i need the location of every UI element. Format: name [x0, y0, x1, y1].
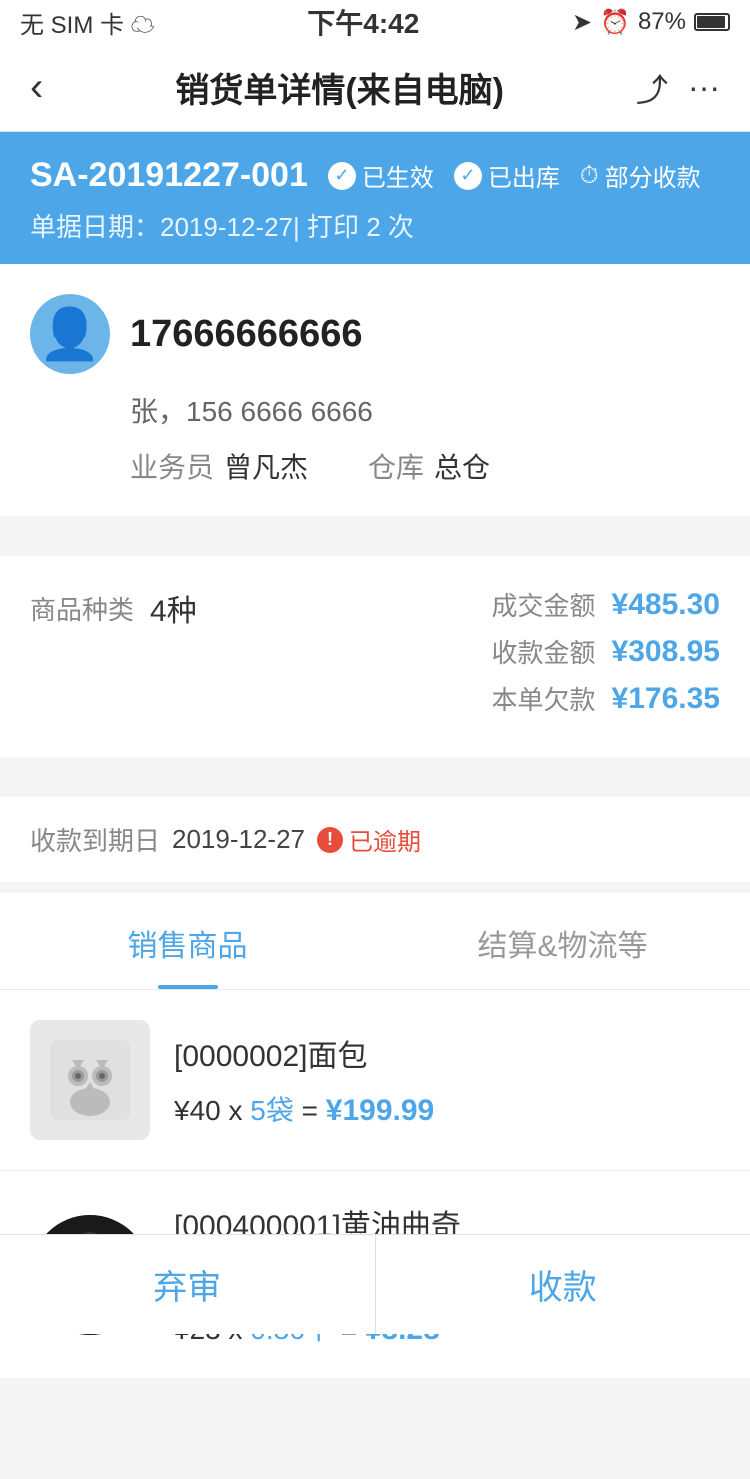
collected-value: ¥308.95: [612, 635, 720, 669]
summary-right: 成交金额 ¥485.30 收款金额 ¥308.95 本单欠款 ¥176.35: [492, 586, 720, 727]
more-icon[interactable]: ···: [688, 69, 720, 106]
tab-bar: 销售商品 结算&物流等: [0, 893, 750, 990]
product-thumb-1: [30, 1020, 150, 1140]
separator-3: [0, 883, 750, 893]
overdue-exclamation-icon: !: [317, 827, 343, 853]
nav-bar: ‹ 销货单详情(来自电脑) ⤴ ···: [0, 44, 750, 132]
warehouse-value: 总仓: [434, 446, 490, 486]
warehouse-label: 仓库: [368, 446, 424, 486]
debt-amount-row: 本单欠款 ¥176.35: [492, 680, 720, 717]
deal-label: 成交金额: [492, 586, 596, 623]
order-header: SA-20191227-001 ✓ 已生效 ✓ 已出库 ⏱ 部分收款 单据日期：…: [0, 132, 750, 264]
product-item-1: [0000002]面包 ¥40 x 5袋 = ¥199.99: [0, 990, 750, 1171]
deal-amount-row: 成交金额 ¥485.30: [492, 586, 720, 623]
share-icon[interactable]: ⤴: [636, 65, 668, 111]
product-price-1: ¥40 x 5袋 = ¥199.99: [174, 1089, 720, 1129]
status-time: 下午4:42: [307, 2, 419, 42]
tab-products[interactable]: 销售商品: [0, 893, 375, 989]
order-id: SA-20191227-001: [30, 156, 308, 195]
overdue-date: 2019-12-27: [172, 824, 305, 855]
collected-amount-row: 收款金额 ¥308.95: [492, 633, 720, 670]
battery-icon: ➤: [572, 8, 592, 37]
summary-left: 商品种类 4种: [30, 586, 197, 638]
nav-left: ‹: [30, 65, 43, 110]
status-right: ➤ ⏰ 87%: [572, 8, 730, 37]
overdue-label: 收款到期日: [30, 821, 160, 858]
product-name-1: [0000002]面包: [174, 1031, 720, 1075]
overdue-section: 收款到期日 2019-12-27 ! 已逾期: [0, 797, 750, 883]
check-icon-2: ✓: [454, 162, 482, 190]
sales-label: 业务员: [130, 446, 214, 486]
alarm-icon: ⏰: [600, 8, 630, 37]
battery-bar: [694, 13, 730, 31]
nav-right: ⤴ ···: [636, 65, 720, 111]
customer-meta: 业务员 曾凡杰 仓库 总仓: [30, 446, 720, 486]
collected-label: 收款金额: [492, 633, 596, 670]
back-button[interactable]: ‹: [30, 65, 43, 110]
action-bar: 弃审 收款: [0, 1234, 750, 1334]
product-quantity-1: 5袋: [250, 1095, 294, 1126]
category-value: 4种: [150, 586, 197, 630]
badge-shipped: ✓ 已出库: [454, 158, 560, 193]
bottom-space: [0, 1379, 750, 1479]
overdue-text: 已逾期: [349, 822, 421, 857]
battery-percent: 87%: [638, 8, 686, 36]
separator-2: [0, 777, 750, 797]
status-left: 无 SIM 卡 ☁: [20, 5, 155, 40]
badge-active: ✓ 已生效: [328, 158, 434, 193]
page-title: 销货单详情(来自电脑): [175, 63, 504, 112]
category-label: 商品种类: [30, 590, 134, 627]
status-bar: 无 SIM 卡 ☁ 下午4:42 ➤ ⏰ 87%: [0, 0, 750, 44]
tab-settlement[interactable]: 结算&物流等: [375, 893, 750, 989]
cancel-review-button[interactable]: 弃审: [0, 1235, 376, 1334]
customer-name: 张，156 6666 6666: [30, 390, 720, 430]
sim-status: 无 SIM 卡 ☁: [20, 5, 155, 40]
summary-section: 商品种类 4种 成交金额 ¥485.30 收款金额 ¥308.95 本单欠款 ¥…: [0, 556, 750, 757]
order-date-line: 单据日期：2019-12-27| 打印 2 次: [30, 207, 720, 244]
collect-payment-button[interactable]: 收款: [376, 1235, 750, 1334]
badge-partial: ⏱ 部分收款: [580, 158, 701, 193]
debt-value: ¥176.35: [612, 682, 720, 716]
separator-1: [0, 536, 750, 556]
check-icon-1: ✓: [328, 162, 356, 190]
product-total-1: ¥199.99: [326, 1094, 434, 1127]
overdue-badge: ! 已逾期: [317, 822, 421, 857]
customer-section: 👤 17666666666 张，156 6666 6666 业务员 曾凡杰 仓库…: [0, 264, 750, 516]
deal-value: ¥485.30: [612, 588, 720, 622]
clock-icon: ⏱: [580, 162, 599, 190]
product-info-1: [0000002]面包 ¥40 x 5袋 = ¥199.99: [174, 1031, 720, 1129]
customer-phone: 17666666666: [130, 313, 362, 356]
user-icon: 👤: [39, 305, 101, 364]
debt-label: 本单欠款: [492, 680, 596, 717]
sales-value: 曾凡杰: [224, 446, 308, 486]
avatar: 👤: [30, 294, 110, 374]
